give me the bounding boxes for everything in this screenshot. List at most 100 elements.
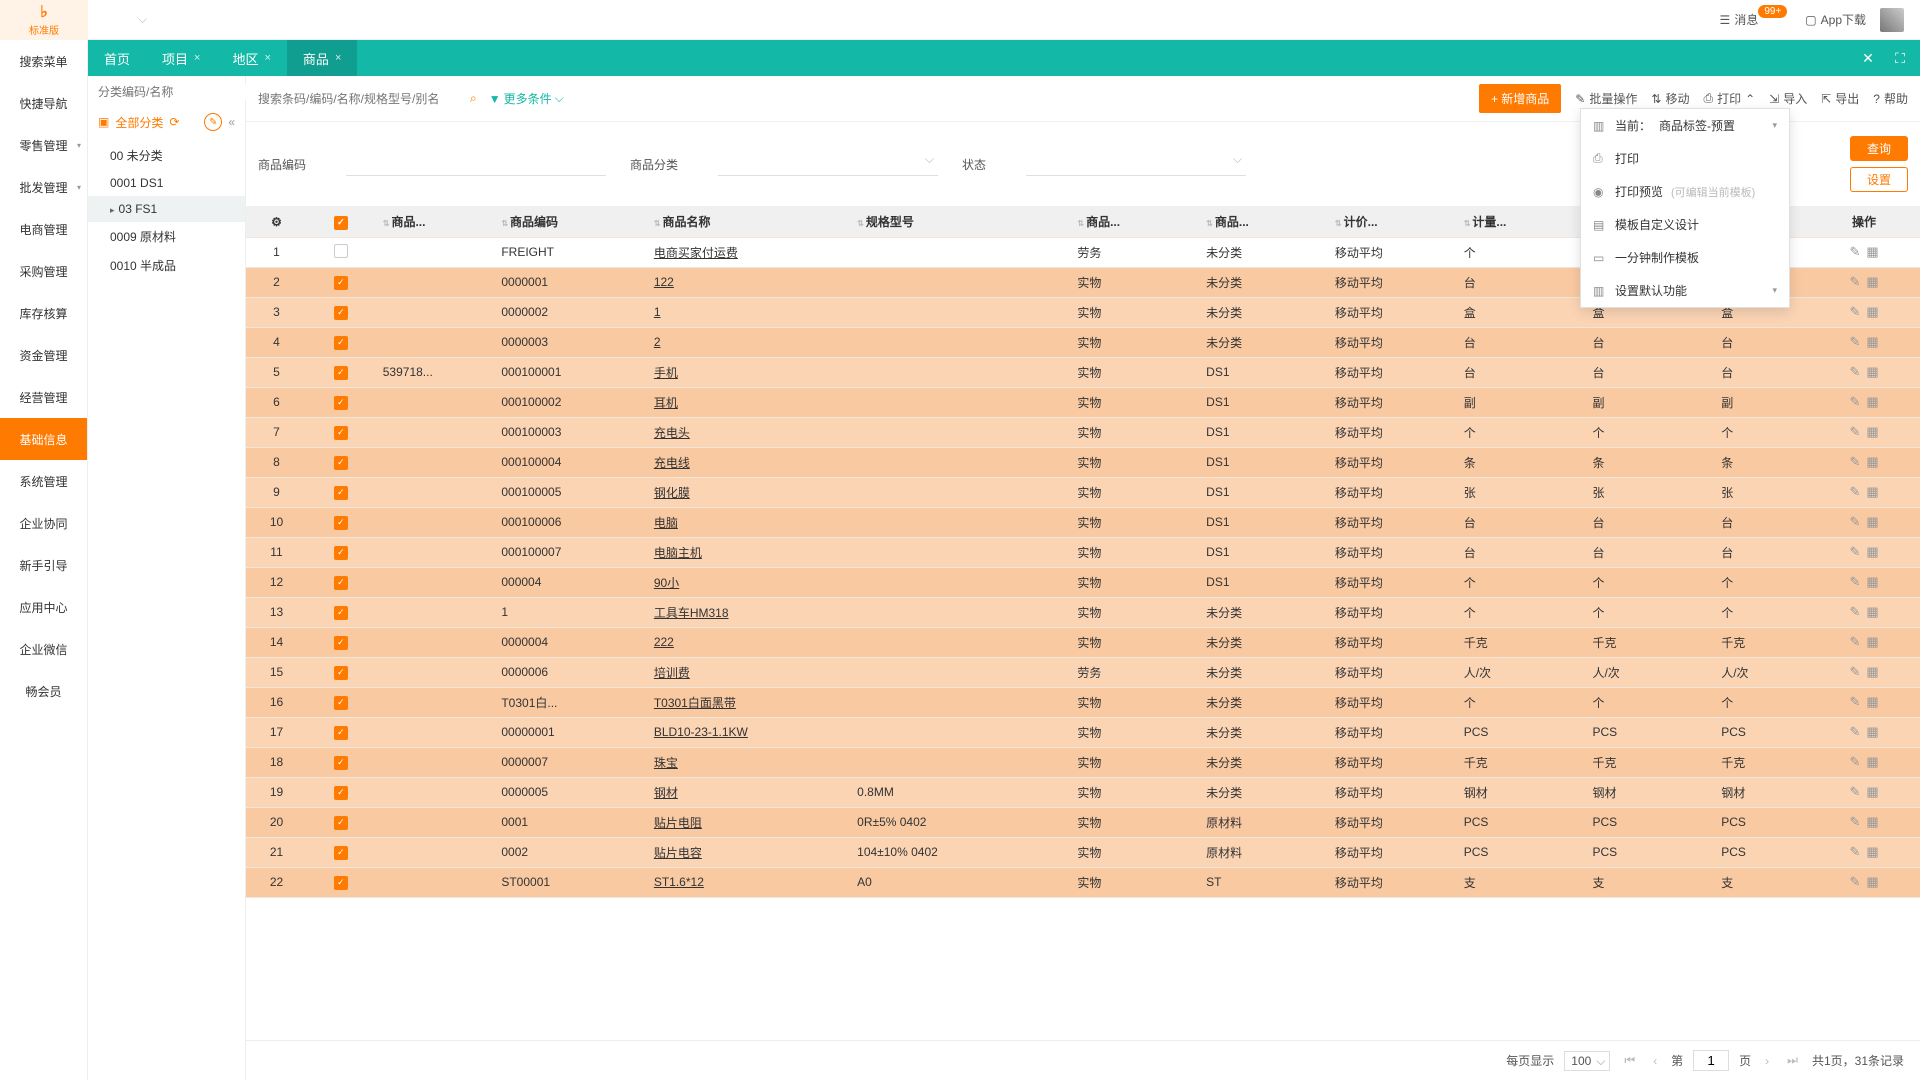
- checkbox-icon[interactable]: ✓: [334, 336, 348, 350]
- bulk-action-button[interactable]: ✎批量操作: [1575, 90, 1637, 107]
- product-name-link[interactable]: 充电线: [654, 456, 690, 470]
- more-icon[interactable]: ▦: [1866, 364, 1878, 380]
- edit-icon[interactable]: ✎: [1849, 694, 1860, 710]
- table-row[interactable]: 19✓0000005钢材0.8MM实物未分类移动平均钢材钢材钢材✎▦: [246, 777, 1920, 807]
- table-row[interactable]: 20✓0001贴片电阻0R±5% 0402实物原材料移动平均PCSPCSPCS✎…: [246, 807, 1920, 837]
- import-button[interactable]: ⇲导入: [1769, 90, 1807, 107]
- product-name-link[interactable]: 钢材: [654, 786, 678, 800]
- table-row[interactable]: 18✓0000007珠宝实物未分类移动平均千克千克千克✎▦: [246, 747, 1920, 777]
- print-action[interactable]: ⎙ 打印: [1581, 142, 1789, 175]
- table-row[interactable]: 12✓00000490小实物DS1移动平均个个个✎▦: [246, 567, 1920, 597]
- product-name-link[interactable]: 手机: [654, 366, 678, 380]
- table-row[interactable]: 11✓000100007电脑主机实物DS1移动平均台台台✎▦: [246, 537, 1920, 567]
- column-unit[interactable]: ⇅计量...: [1456, 207, 1585, 237]
- edit-tree-icon[interactable]: ✎: [204, 113, 222, 131]
- product-name-link[interactable]: 培训费: [654, 666, 690, 680]
- more-icon[interactable]: ▦: [1866, 754, 1878, 770]
- edit-icon[interactable]: ✎: [1849, 814, 1860, 830]
- more-filters-button[interactable]: ▼ 更多条件 ⌵: [489, 90, 564, 107]
- edit-icon[interactable]: ✎: [1849, 424, 1860, 440]
- sidebar-item[interactable]: 零售管理▾: [0, 124, 87, 166]
- tree-search-input[interactable]: [98, 85, 253, 99]
- product-name-link[interactable]: 1: [654, 305, 661, 319]
- more-icon[interactable]: ▦: [1866, 424, 1878, 440]
- app-download-button[interactable]: ▢ App下载: [1805, 11, 1866, 28]
- search-input[interactable]: [258, 86, 458, 112]
- sidebar-item[interactable]: 企业微信: [0, 628, 87, 670]
- close-icon[interactable]: ×: [335, 52, 341, 64]
- edit-icon[interactable]: ✎: [1849, 334, 1860, 350]
- sidebar-item[interactable]: 经营管理: [0, 376, 87, 418]
- product-name-link[interactable]: 贴片电阻: [654, 816, 702, 830]
- tab[interactable]: 地区×: [216, 40, 286, 76]
- checkbox-icon[interactable]: ✓: [334, 696, 348, 710]
- edit-icon[interactable]: ✎: [1849, 724, 1860, 740]
- sidebar-item[interactable]: 系统管理: [0, 460, 87, 502]
- chevron-down-icon[interactable]: ⌵: [138, 12, 147, 27]
- more-icon[interactable]: ▦: [1866, 304, 1878, 320]
- checkbox-icon[interactable]: ✓: [334, 726, 348, 740]
- per-page-select[interactable]: 100: [1564, 1051, 1610, 1071]
- table-row[interactable]: 14✓0000004222实物未分类移动平均千克千克千克✎▦: [246, 627, 1920, 657]
- checkbox-icon[interactable]: ✓: [334, 876, 348, 890]
- sidebar-item[interactable]: 采购管理: [0, 250, 87, 292]
- more-icon[interactable]: ▦: [1866, 544, 1878, 560]
- sidebar-item[interactable]: 库存核算: [0, 292, 87, 334]
- product-name-link[interactable]: 充电头: [654, 426, 690, 440]
- sidebar-item[interactable]: 新手引导: [0, 544, 87, 586]
- table-row[interactable]: 5✓539718...000100001手机实物DS1移动平均台台台✎▦: [246, 357, 1920, 387]
- product-name-link[interactable]: 222: [654, 635, 674, 649]
- product-name-link[interactable]: 珠宝: [654, 756, 678, 770]
- settings-button[interactable]: 设置: [1850, 167, 1908, 192]
- checkbox-icon[interactable]: ✓: [334, 366, 348, 380]
- sidebar-item[interactable]: 批发管理▾: [0, 166, 87, 208]
- collapse-tree-icon[interactable]: «: [228, 115, 235, 129]
- checkbox-icon[interactable]: ✓: [334, 756, 348, 770]
- edit-icon[interactable]: ✎: [1849, 514, 1860, 530]
- more-icon[interactable]: ▦: [1866, 664, 1878, 680]
- tree-all-label[interactable]: 全部分类: [115, 114, 163, 131]
- print-button[interactable]: ⎙打印⌃: [1703, 90, 1755, 107]
- product-name-link[interactable]: 工具车HM318: [654, 606, 729, 620]
- checkbox-icon[interactable]: ✓: [334, 546, 348, 560]
- checkbox-icon[interactable]: [334, 244, 348, 258]
- notifications-button[interactable]: ☰ 消息 99+: [1720, 11, 1792, 28]
- checkbox-icon[interactable]: ✓: [334, 486, 348, 500]
- add-product-button[interactable]: + 新增商品: [1479, 84, 1561, 113]
- product-name-link[interactable]: T0301白面黑带: [654, 696, 736, 710]
- tree-node[interactable]: ▸03 FS1: [88, 196, 245, 222]
- more-icon[interactable]: ▦: [1866, 784, 1878, 800]
- tree-node[interactable]: 0009 原材料: [88, 222, 245, 251]
- more-icon[interactable]: ▦: [1866, 394, 1878, 410]
- edit-icon[interactable]: ✎: [1849, 874, 1860, 890]
- edit-icon[interactable]: ✎: [1849, 574, 1860, 590]
- export-button[interactable]: ⇱导出: [1821, 90, 1859, 107]
- checkbox-icon[interactable]: ✓: [334, 456, 348, 470]
- checkbox-icon[interactable]: ✓: [334, 816, 348, 830]
- product-name-link[interactable]: 电商买家付运费: [654, 246, 738, 260]
- table-row[interactable]: 17✓00000001BLD10-23-1.1KW实物未分类移动平均PCSPCS…: [246, 717, 1920, 747]
- search-icon[interactable]: ⌕: [470, 91, 477, 106]
- product-name-link[interactable]: 122: [654, 275, 674, 289]
- help-button[interactable]: ?帮助: [1873, 90, 1908, 107]
- column-settings[interactable]: ⚙: [246, 207, 307, 237]
- more-icon[interactable]: ▦: [1866, 574, 1878, 590]
- edit-icon[interactable]: ✎: [1849, 604, 1860, 620]
- more-icon[interactable]: ▦: [1866, 724, 1878, 740]
- more-icon[interactable]: ▦: [1866, 334, 1878, 350]
- column-name[interactable]: ⇅商品名称: [646, 207, 849, 237]
- filter-status-select[interactable]: [1026, 152, 1246, 176]
- table-row[interactable]: 15✓0000006培训费劳务未分类移动平均人/次人/次人/次✎▦: [246, 657, 1920, 687]
- set-default-action[interactable]: ▥ 设置默认功能 ▾: [1581, 274, 1789, 307]
- filter-category-select[interactable]: [718, 152, 938, 176]
- checkbox-icon[interactable]: ✓: [334, 636, 348, 650]
- refresh-icon[interactable]: ⟳: [169, 115, 179, 129]
- more-icon[interactable]: ▦: [1866, 874, 1878, 890]
- column-pricing[interactable]: ⇅计价...: [1327, 207, 1456, 237]
- filter-code-input[interactable]: [346, 152, 606, 176]
- column-barcode[interactable]: ⇅商品...: [375, 207, 494, 237]
- edit-icon[interactable]: ✎: [1849, 454, 1860, 470]
- more-icon[interactable]: ▦: [1866, 814, 1878, 830]
- checkbox-icon[interactable]: ✓: [334, 576, 348, 590]
- product-name-link[interactable]: 2: [654, 335, 661, 349]
